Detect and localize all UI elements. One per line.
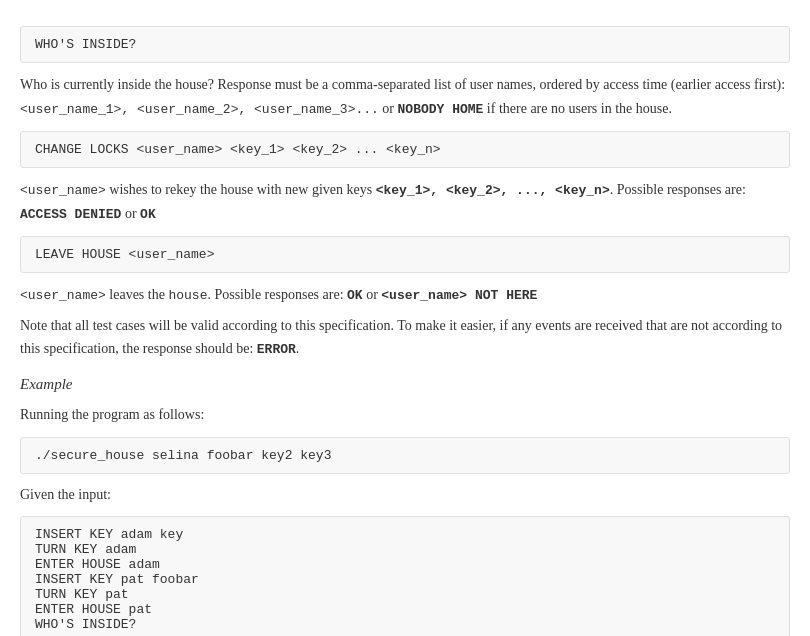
change-locks-or: or — [121, 206, 140, 221]
access-denied-code: ACCESS DENIED — [20, 207, 121, 222]
change-locks-description: <user_name> wishes to rekey the house wi… — [20, 178, 790, 226]
error-code: ERROR — [257, 342, 296, 357]
user-name-1-code: <user_name_1>, <user_name_2>, <user_name… — [20, 102, 379, 117]
note-paragraph: Note that all test cases will be valid a… — [20, 315, 790, 360]
leave-house-code: LEAVE HOUSE <user_name> — [35, 247, 214, 262]
example-command: ./secure_house selina foobar key2 key3 — [20, 437, 790, 474]
leave-ok-code: OK — [347, 288, 363, 303]
example-title: Example — [20, 372, 790, 396]
change-locks-ok-code: OK — [140, 207, 156, 222]
given-input-label: Given the input: — [20, 484, 790, 506]
change-locks-code: CHANGE LOCKS <user_name> <key_1> <key_2>… — [35, 142, 441, 157]
input-line-6: ENTER HOUSE pat — [35, 602, 775, 617]
note-text-end: . — [296, 341, 300, 356]
change-locks-keys-tag: <key_1>, <key_2>, ..., <key_n> — [376, 183, 610, 198]
whos-inside-description: Who is currently inside the house? Respo… — [20, 73, 790, 121]
change-locks-username-tag: <user_name> — [20, 183, 106, 198]
leave-house-description: <user_name> leaves the house. Possible r… — [20, 283, 790, 307]
whos-inside-code: WHO'S INSIDE? — [35, 37, 136, 52]
input-line-5: TURN KEY pat — [35, 587, 775, 602]
change-locks-desc-middle: wishes to rekey the house with new given… — [106, 182, 376, 197]
input-line-1: INSERT KEY adam key — [35, 527, 775, 542]
input-line-4: INSERT KEY pat foobar — [35, 572, 775, 587]
leave-desc-responses: . Possible responses are: — [207, 287, 347, 302]
whos-inside-command: WHO'S INSIDE? — [20, 26, 790, 63]
input-line-2: TURN KEY adam — [35, 542, 775, 557]
running-desc: Running the program as follows: — [20, 404, 790, 426]
leave-house-username-tag: <user_name> — [20, 288, 106, 303]
nobody-home-code: NOBODY HOME — [398, 102, 484, 117]
change-locks-desc-end: . Possible responses are: — [610, 182, 746, 197]
desc-or: or — [379, 101, 398, 116]
desc-start: Who is currently inside the house? Respo… — [20, 77, 785, 92]
input-line-7: WHO'S INSIDE? — [35, 617, 775, 632]
house-word-code: house — [168, 288, 207, 303]
leave-not-here-code: <user_name> NOT HERE — [381, 288, 537, 303]
leave-house-command: LEAVE HOUSE <user_name> — [20, 236, 790, 273]
leave-or: or — [363, 287, 382, 302]
leave-desc-leaves: leaves the — [106, 287, 169, 302]
change-locks-command: CHANGE LOCKS <user_name> <key_1> <key_2>… — [20, 131, 790, 168]
input-line-3: ENTER HOUSE adam — [35, 557, 775, 572]
note-text-start: Note that all test cases will be valid a… — [20, 318, 782, 355]
input-block: INSERT KEY adam key TURN KEY adam ENTER … — [20, 516, 790, 636]
example-command-code: ./secure_house selina foobar key2 key3 — [35, 448, 331, 463]
desc-end: if there are no users in the house. — [483, 101, 672, 116]
